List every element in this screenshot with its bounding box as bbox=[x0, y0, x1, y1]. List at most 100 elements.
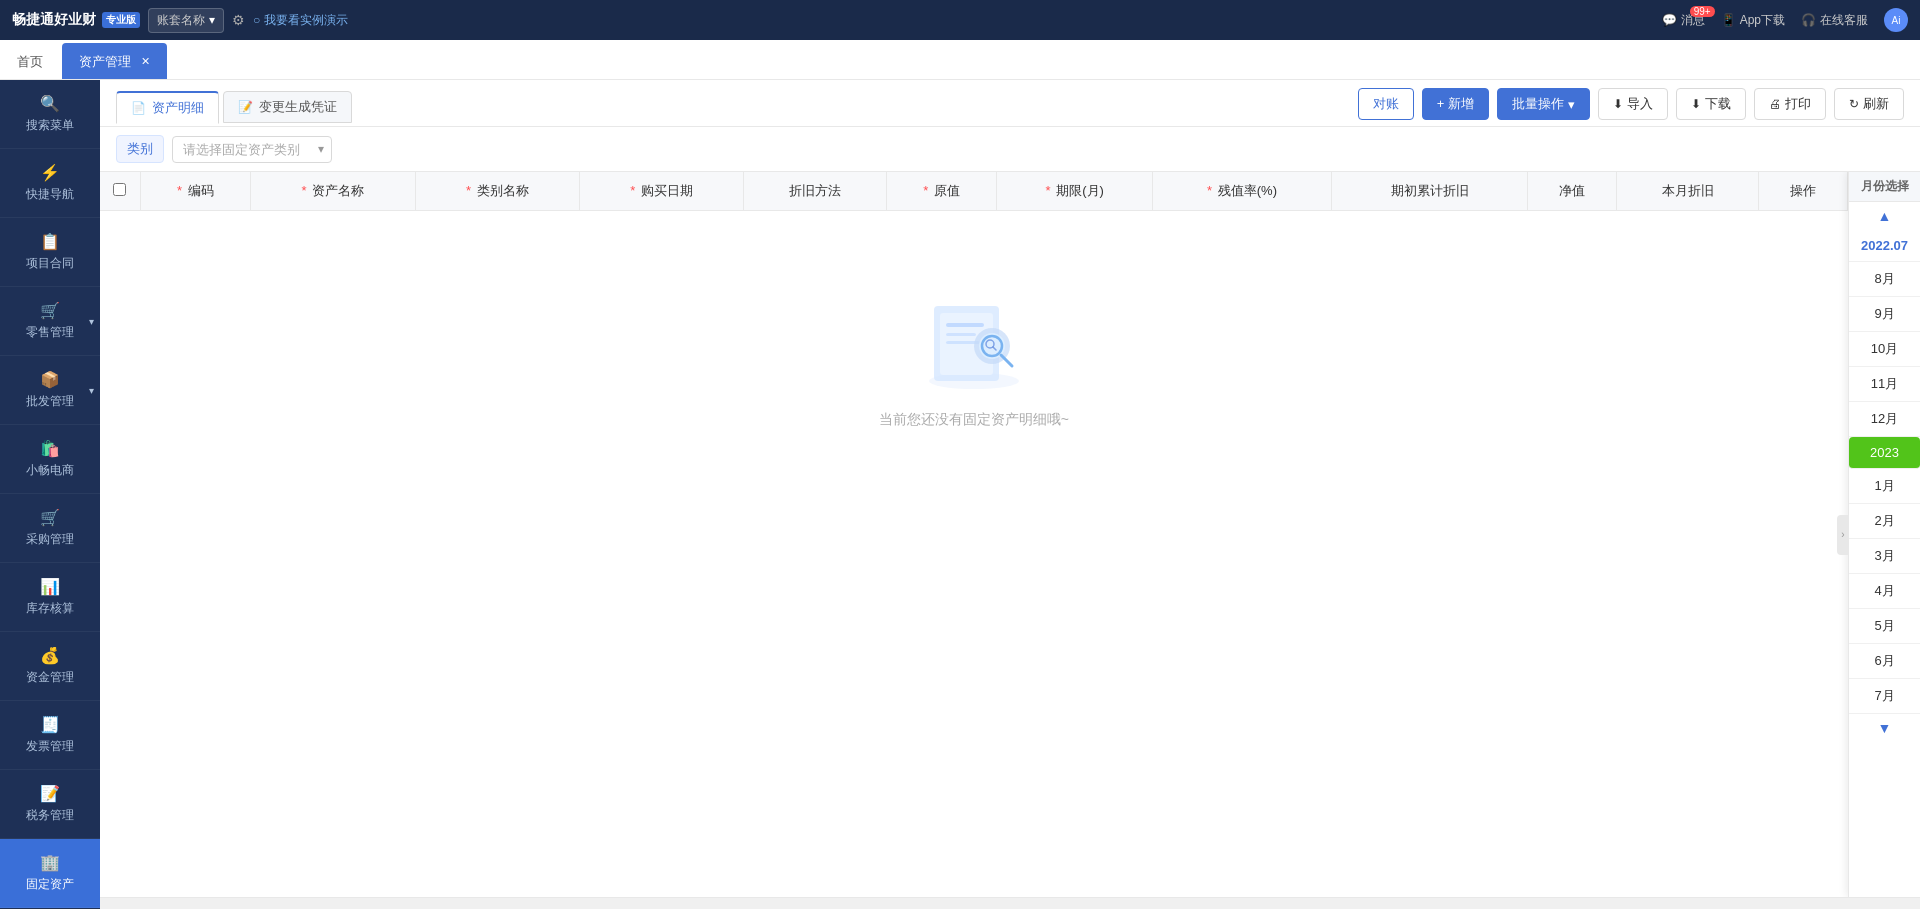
month-item-9[interactable]: 9月 bbox=[1849, 297, 1920, 332]
account-selector[interactable]: 账套名称 ▾ bbox=[148, 8, 224, 33]
name-required: * bbox=[302, 183, 307, 198]
sidebar-item-search[interactable]: 🔍 搜索菜单 bbox=[0, 80, 100, 149]
funds-icon: 💰 bbox=[40, 646, 60, 665]
month-item-8[interactable]: 8月 bbox=[1849, 262, 1920, 297]
sub-tab-asset-detail[interactable]: 📄 资产明细 bbox=[116, 91, 219, 124]
col-net-value-label: 净值 bbox=[1559, 183, 1585, 198]
user-avatar[interactable]: Ai bbox=[1884, 8, 1908, 32]
sidebar-item-project[interactable]: 📋 项目合同 bbox=[0, 218, 100, 287]
sidebar-item-fixed-assets[interactable]: 🏢 固定资产 bbox=[0, 839, 100, 908]
inventory-icon: 📊 bbox=[40, 577, 60, 596]
refresh-button[interactable]: ↻ 刷新 bbox=[1834, 88, 1904, 120]
sidebar-item-invoice[interactable]: 🧾 发票管理 bbox=[0, 701, 100, 770]
sidebar-item-tax[interactable]: 📝 税务管理 bbox=[0, 770, 100, 839]
refresh-icon: ↻ bbox=[1849, 97, 1859, 111]
settings-icon[interactable]: ⚙ bbox=[232, 12, 245, 28]
category-label-text: 类别 bbox=[127, 140, 153, 158]
dropdown-icon: ▾ bbox=[209, 13, 215, 27]
sub-tab-change-voucher[interactable]: 📝 变更生成凭证 bbox=[223, 91, 352, 123]
import-button[interactable]: ⬇ 导入 bbox=[1598, 88, 1668, 120]
ecommerce-icon: 🛍️ bbox=[40, 439, 60, 458]
print-icon: 🖨 bbox=[1769, 97, 1781, 111]
month-item-2[interactable]: 2月 bbox=[1849, 504, 1920, 539]
sub-tabs: 📄 资产明细 📝 变更生成凭证 对账 + 新增 批量操作 ▾ bbox=[100, 80, 1920, 127]
app-download-button[interactable]: 📱 App下载 bbox=[1721, 12, 1785, 29]
add-button[interactable]: + 新增 bbox=[1422, 88, 1489, 120]
month-item-2023[interactable]: 2023 bbox=[1849, 437, 1920, 469]
messages-button[interactable]: 💬 消息 99+ bbox=[1662, 12, 1705, 29]
purchase-icon: 🛒 bbox=[40, 508, 60, 527]
sidebar-label-project: 项目合同 bbox=[26, 255, 74, 272]
month-item-6[interactable]: 6月 bbox=[1849, 644, 1920, 679]
demo-circle-icon: ○ bbox=[253, 13, 260, 27]
svg-rect-4 bbox=[946, 333, 976, 336]
tab-home[interactable]: 首页 bbox=[0, 43, 60, 79]
month-item-5[interactable]: 5月 bbox=[1849, 609, 1920, 644]
sidebar-item-quick-nav[interactable]: ⚡ 快捷导航 bbox=[0, 149, 100, 218]
col-category: * 类别名称 bbox=[415, 172, 579, 211]
sidebar-item-wholesale[interactable]: 📦 批发管理 bbox=[0, 356, 100, 425]
bottom-scrollbar[interactable] bbox=[100, 897, 1920, 909]
sidebar-label-retail: 零售管理 bbox=[26, 324, 74, 341]
table-header-row: * 编码 * 资产名称 * 类别名称 bbox=[100, 172, 1848, 211]
month-item-10[interactable]: 10月 bbox=[1849, 332, 1920, 367]
app-name: 畅捷通好业财 专业版 bbox=[12, 11, 140, 29]
add-label: + 新增 bbox=[1437, 95, 1474, 113]
category-label-badge: 类别 bbox=[116, 135, 164, 163]
sidebar-item-ecommerce[interactable]: 🛍️ 小畅电商 bbox=[0, 425, 100, 494]
print-button[interactable]: 🖨 打印 bbox=[1754, 88, 1826, 120]
table-body: 当前您还没有固定资产明细哦~ bbox=[100, 211, 1848, 510]
sidebar-label-fixed-assets: 固定资产 bbox=[26, 876, 74, 893]
retail-icon: 🛒 bbox=[40, 301, 60, 320]
refresh-label: 刷新 bbox=[1863, 95, 1889, 113]
month-item-1[interactable]: 1月 bbox=[1849, 469, 1920, 504]
category-select[interactable]: 请选择固定资产类别 全部 房屋建筑物 机器设备 运输工具 电子设备 其他 bbox=[172, 136, 332, 163]
reconcile-label: 对账 bbox=[1373, 95, 1399, 113]
sidebar-item-retail[interactable]: 🛒 零售管理 bbox=[0, 287, 100, 356]
table-month-wrapper: * 编码 * 资产名称 * 类别名称 bbox=[100, 172, 1920, 897]
search-icon: 🔍 bbox=[40, 94, 60, 113]
message-icon: 💬 bbox=[1662, 13, 1677, 27]
empty-row: 当前您还没有固定资产明细哦~ bbox=[100, 211, 1848, 510]
batch-button[interactable]: 批量操作 ▾ bbox=[1497, 88, 1590, 120]
month-nav-up[interactable]: ▲ bbox=[1872, 206, 1898, 226]
reconcile-button[interactable]: 对账 bbox=[1358, 88, 1414, 120]
sidebar-item-funds[interactable]: 💰 资金管理 bbox=[0, 632, 100, 701]
filter-bar: 类别 请选择固定资产类别 全部 房屋建筑物 机器设备 运输工具 电子设备 其他 bbox=[100, 127, 1920, 172]
month-year-label[interactable]: 2022.07 bbox=[1849, 230, 1920, 262]
tax-icon: 📝 bbox=[40, 784, 60, 803]
month-item-7[interactable]: 7月 bbox=[1849, 679, 1920, 714]
app-download-label: App下载 bbox=[1740, 12, 1785, 29]
asset-detail-tab-icon: 📄 bbox=[131, 101, 146, 115]
assets-table: * 编码 * 资产名称 * 类别名称 bbox=[100, 172, 1848, 509]
month-nav-down[interactable]: ▼ bbox=[1872, 718, 1898, 738]
sidebar-label-purchase: 采购管理 bbox=[26, 531, 74, 548]
category-select-wrapper: 请选择固定资产类别 全部 房屋建筑物 机器设备 运输工具 电子设备 其他 bbox=[172, 136, 332, 163]
sidebar-item-purchase[interactable]: 🛒 采购管理 bbox=[0, 494, 100, 563]
sidebar-item-inventory[interactable]: 📊 库存核算 bbox=[0, 563, 100, 632]
tab-asset-label: 资产管理 bbox=[79, 53, 131, 71]
sub-tab-asset-detail-label: 资产明细 bbox=[152, 99, 204, 117]
demo-link[interactable]: ○ 我要看实例演示 bbox=[253, 12, 348, 29]
code-required: * bbox=[177, 183, 182, 198]
app-title: 畅捷通好业财 bbox=[12, 11, 96, 29]
empty-illustration bbox=[914, 291, 1034, 391]
sub-tab-change-voucher-label: 变更生成凭证 bbox=[259, 98, 337, 116]
download-label: 下载 bbox=[1705, 95, 1731, 113]
download-button[interactable]: ⬇ 下载 bbox=[1676, 88, 1746, 120]
col-net-value: 净值 bbox=[1528, 172, 1617, 211]
online-support-button[interactable]: 🎧 在线客服 bbox=[1801, 12, 1868, 29]
col-monthly-depreciation: 本月折旧 bbox=[1616, 172, 1758, 211]
month-item-4[interactable]: 4月 bbox=[1849, 574, 1920, 609]
month-item-3[interactable]: 3月 bbox=[1849, 539, 1920, 574]
month-panel: › 月份选择 ▲ 2022.07 8月 9月 10月 11月 12月 2023 … bbox=[1848, 172, 1920, 897]
select-all-checkbox[interactable] bbox=[113, 183, 126, 196]
fixed-assets-icon: 🏢 bbox=[40, 853, 60, 872]
month-item-12[interactable]: 12月 bbox=[1849, 402, 1920, 437]
month-item-11[interactable]: 11月 bbox=[1849, 367, 1920, 402]
tab-asset-management[interactable]: 资产管理 ✕ bbox=[62, 43, 167, 79]
panel-collapse-button[interactable]: › bbox=[1837, 515, 1849, 555]
month-panel-title: 月份选择 bbox=[1849, 172, 1920, 202]
tab-close-icon[interactable]: ✕ bbox=[141, 55, 150, 68]
col-name-label: 资产名称 bbox=[312, 183, 364, 198]
